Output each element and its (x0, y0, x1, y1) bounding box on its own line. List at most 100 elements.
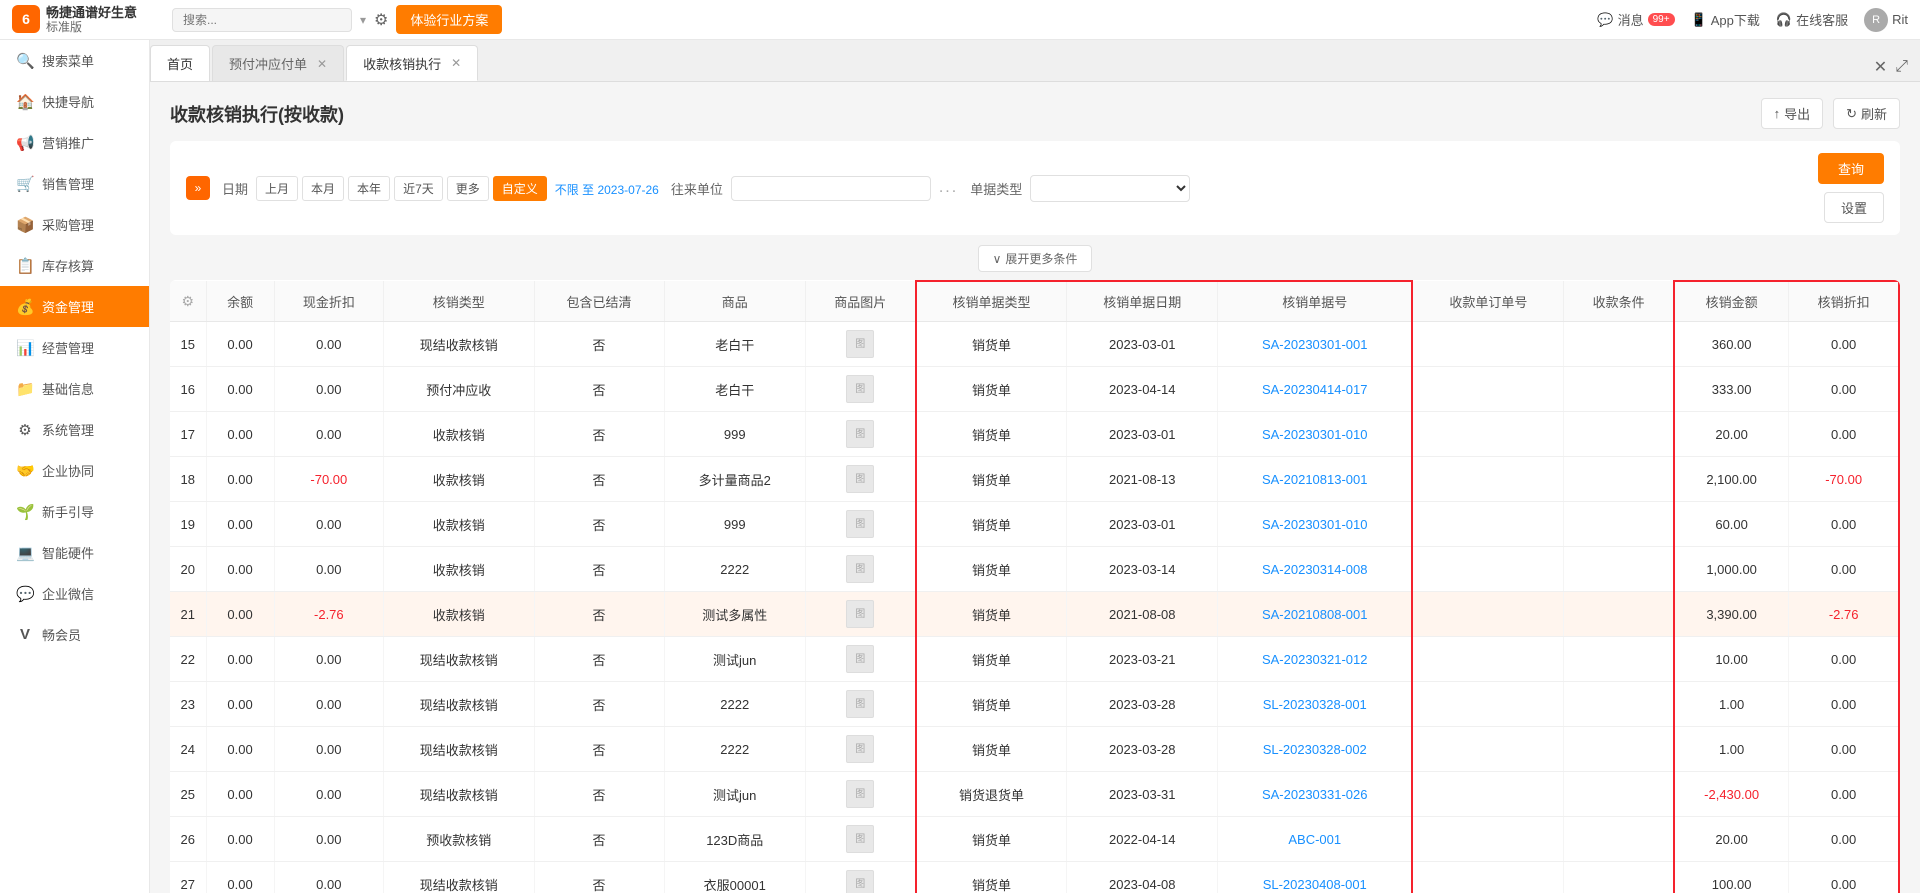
td-include-settled: 否 (534, 727, 664, 772)
settings-button[interactable]: 设置 (1824, 192, 1884, 223)
doc-no-link[interactable]: SA-20230314-008 (1262, 562, 1368, 577)
sidebar-item-guide[interactable]: 🌱 新手引导 (0, 491, 149, 532)
td-product: 999 (664, 502, 805, 547)
date-btn-7days[interactable]: 近7天 (394, 176, 443, 201)
date-btn-last-month[interactable]: 上月 (256, 176, 298, 201)
query-button[interactable]: 查询 (1818, 153, 1884, 184)
export-button[interactable]: ↑ 导出 (1761, 98, 1824, 129)
date-btn-this-month[interactable]: 本月 (302, 176, 344, 201)
vip-icon: V (16, 626, 34, 643)
filter-toggle[interactable]: » (186, 176, 210, 200)
td-doc-date: 2023-03-01 (1067, 412, 1218, 457)
doc-no-link[interactable]: SA-20210813-001 (1262, 472, 1368, 487)
service-item[interactable]: 🎧 在线客服 (1776, 10, 1848, 29)
refresh-button[interactable]: ↻ 刷新 (1833, 98, 1900, 129)
sidebar-item-basic[interactable]: 📁 基础信息 (0, 368, 149, 409)
sidebar-item-wechat[interactable]: 💬 企业微信 (0, 573, 149, 614)
td-doc-no[interactable]: SA-20230301-010 (1218, 412, 1413, 457)
message-item[interactable]: 💬 消息 99+ (1597, 10, 1674, 29)
doc-no-link[interactable]: SA-20230301-010 (1262, 517, 1368, 532)
td-doc-no[interactable]: SA-20230331-026 (1218, 772, 1413, 817)
th-settings[interactable]: ⚙ (170, 281, 206, 322)
td-include-settled: 否 (534, 682, 664, 727)
logo-icon: 6 (12, 5, 40, 33)
tab-prepay-close[interactable]: ✕ (317, 57, 327, 71)
expand-button[interactable]: ∨ 展开更多条件 (978, 245, 1093, 272)
td-doc-no[interactable]: SA-20230314-008 (1218, 547, 1413, 592)
td-product-img: 图 (805, 457, 915, 502)
td-cash-discount: 0.00 (274, 637, 383, 682)
table-row: 17 0.00 0.00 收款核销 否 999 图 销货单 2023-03-01… (170, 412, 1899, 457)
gear-icon[interactable]: ⚙ (374, 10, 388, 30)
td-doc-no[interactable]: SA-20230301-001 (1218, 322, 1413, 367)
search-input[interactable] (172, 8, 352, 32)
purchase-icon: 📦 (16, 216, 34, 234)
sidebar-item-collab[interactable]: 🤝 企业协同 (0, 450, 149, 491)
td-receipt-no (1412, 772, 1563, 817)
col-settings-icon[interactable]: ⚙ (181, 293, 194, 309)
tab-expand-icon[interactable]: ⤢ (1895, 58, 1908, 76)
partner-input[interactable] (731, 176, 931, 201)
td-doc-no[interactable]: SL-20230328-001 (1218, 682, 1413, 727)
td-receipt-no (1412, 322, 1563, 367)
tab-close-icon[interactable]: ✕ (1874, 57, 1887, 77)
sidebar-item-operations[interactable]: 📊 经营管理 (0, 327, 149, 368)
td-doc-date: 2023-03-31 (1067, 772, 1218, 817)
td-balance: 0.00 (206, 817, 274, 862)
tab-verify[interactable]: 收款核销执行 ✕ (346, 45, 478, 81)
doc-no-link[interactable]: SA-20230301-001 (1262, 337, 1368, 352)
sidebar-item-inventory[interactable]: 📋 库存核算 (0, 245, 149, 286)
sidebar-item-purchase[interactable]: 📦 采购管理 (0, 204, 149, 245)
doc-no-link[interactable]: SL-20230328-001 (1263, 697, 1367, 712)
td-doc-no[interactable]: ABC-001 (1218, 817, 1413, 862)
date-btn-this-year[interactable]: 本年 (348, 176, 390, 201)
td-receipt-no (1412, 682, 1563, 727)
date-filter-group: 日期 上月 本月 本年 近7天 更多 自定义 不限 至 2023-07-26 (222, 176, 659, 201)
td-row-num: 24 (170, 727, 206, 772)
td-receipt-cond (1564, 682, 1674, 727)
td-verify-type: 现结收款核销 (384, 862, 535, 893)
td-product: 123D商品 (664, 817, 805, 862)
tab-prepay[interactable]: 预付冲应付单 ✕ (212, 45, 344, 81)
td-verify-amount: 2,100.00 (1674, 457, 1789, 502)
sidebar-item-finance[interactable]: 💰 资金管理 (0, 286, 149, 327)
dropdown-arrow-icon[interactable]: ▾ (360, 13, 366, 27)
sidebar-item-search[interactable]: 🔍 搜索菜单 (0, 40, 149, 81)
doc-no-link[interactable]: SL-20230408-001 (1263, 877, 1367, 892)
td-include-settled: 否 (534, 637, 664, 682)
tab-verify-close[interactable]: ✕ (451, 56, 461, 70)
doc-no-link[interactable]: SA-20230414-017 (1262, 382, 1368, 397)
td-doc-date: 2021-08-13 (1067, 457, 1218, 502)
sidebar-item-vip[interactable]: V 畅会员 (0, 614, 149, 655)
sidebar-item-sales[interactable]: 🛒 销售管理 (0, 163, 149, 204)
sidebar-item-nav[interactable]: 🏠 快捷导航 (0, 81, 149, 122)
td-receipt-cond (1564, 457, 1674, 502)
date-btn-custom[interactable]: 自定义 (493, 176, 547, 201)
td-doc-no[interactable]: SA-20210808-001 (1218, 592, 1413, 637)
inventory-icon: 📋 (16, 257, 34, 275)
td-doc-no[interactable]: SA-20230301-010 (1218, 502, 1413, 547)
doc-no-link[interactable]: SA-20230301-010 (1262, 427, 1368, 442)
sidebar-item-hardware[interactable]: 💻 智能硬件 (0, 532, 149, 573)
doc-no-link[interactable]: SA-20230321-012 (1262, 652, 1368, 667)
user-item[interactable]: R Rit (1864, 8, 1908, 32)
doctype-select[interactable] (1030, 175, 1190, 202)
td-doc-type: 销货单 (916, 547, 1067, 592)
td-doc-no[interactable]: SL-20230408-001 (1218, 862, 1413, 893)
sidebar-item-system[interactable]: ⚙ 系统管理 (0, 409, 149, 450)
tab-home[interactable]: 首页 (150, 45, 210, 81)
trial-button[interactable]: 体验行业方案 (396, 5, 502, 34)
doc-no-link[interactable]: SA-20210808-001 (1262, 607, 1368, 622)
app-download-item[interactable]: 📱 App下载 (1691, 10, 1760, 29)
td-doc-no[interactable]: SA-20210813-001 (1218, 457, 1413, 502)
td-receipt-cond (1564, 772, 1674, 817)
td-verify-amount: 10.00 (1674, 637, 1789, 682)
date-btn-more[interactable]: 更多 (447, 176, 489, 201)
td-doc-no[interactable]: SL-20230328-002 (1218, 727, 1413, 772)
doc-no-link[interactable]: ABC-001 (1288, 832, 1341, 847)
doc-no-link[interactable]: SA-20230331-026 (1262, 787, 1368, 802)
sidebar-item-marketing[interactable]: 📢 营销推广 (0, 122, 149, 163)
td-doc-no[interactable]: SA-20230321-012 (1218, 637, 1413, 682)
doc-no-link[interactable]: SL-20230328-002 (1263, 742, 1367, 757)
td-doc-no[interactable]: SA-20230414-017 (1218, 367, 1413, 412)
